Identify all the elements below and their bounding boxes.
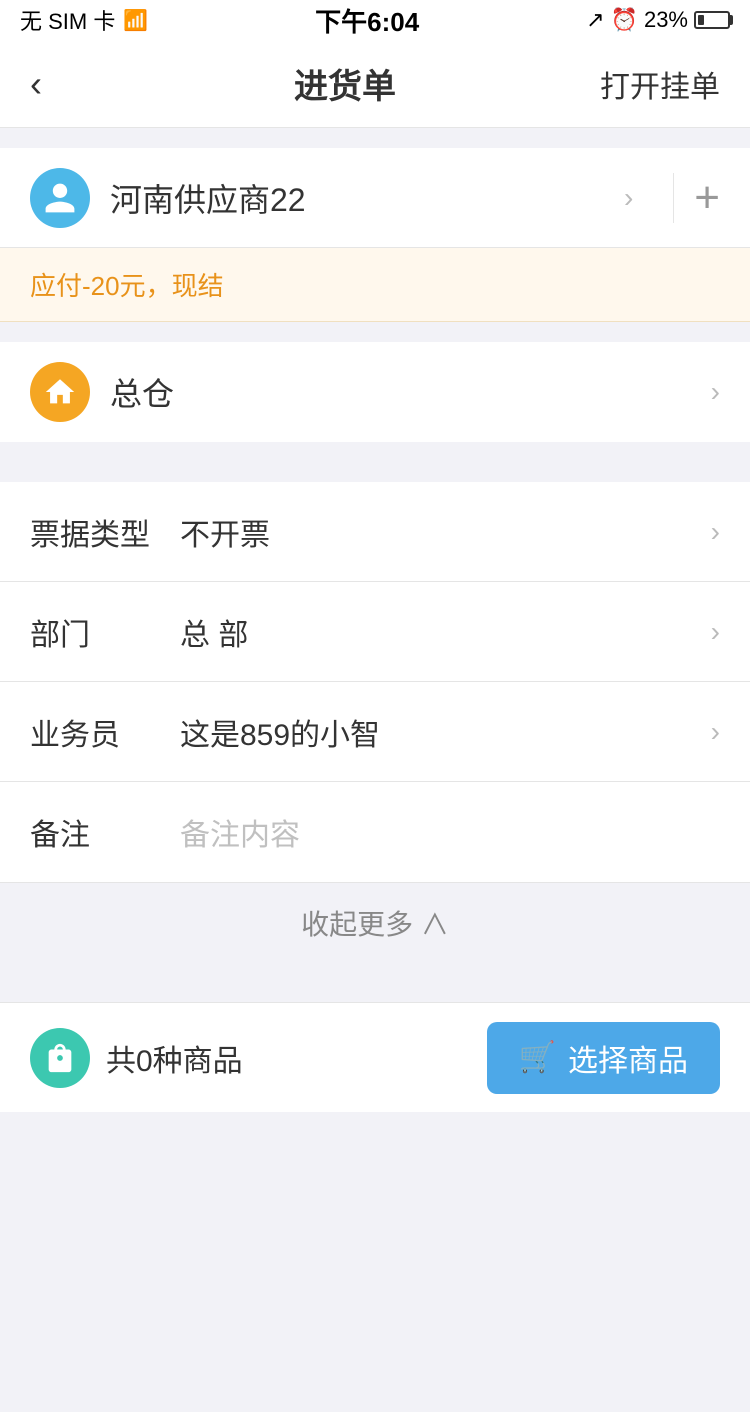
remark-label: 备注	[30, 810, 170, 854]
back-button[interactable]: ‹	[30, 63, 90, 105]
collapse-more-button[interactable]: 收起更多 ∧	[0, 882, 750, 962]
status-carrier: 无 SIM 卡 📶	[20, 4, 148, 36]
select-product-button[interactable]: 🛒 选择商品	[487, 1022, 720, 1094]
supplier-avatar	[30, 168, 90, 228]
section-divider-1	[0, 128, 750, 148]
salesperson-value: 这是859的小智	[170, 710, 711, 754]
salesperson-row[interactable]: 业务员 这是859的小智 ›	[0, 682, 750, 782]
battery-text: 23%	[644, 7, 688, 33]
vertical-divider	[673, 173, 674, 223]
status-bar: 无 SIM 卡 📶 下午6:04 ↗ ⏰ 23%	[0, 0, 750, 40]
carrier-text: 无 SIM 卡	[20, 4, 115, 36]
section-divider-4	[0, 962, 750, 982]
warehouse-icon-circle	[30, 362, 90, 422]
status-right-group: ↗ ⏰ 23%	[586, 7, 730, 33]
supplier-name: 河南供应商22	[110, 175, 624, 221]
form-section: 票据类型 不开票 › 部门 总 部 › 业务员 这是859的小智 › 备注 备注…	[0, 482, 750, 882]
open-hanglist-button[interactable]: 打开挂单	[600, 62, 720, 106]
select-product-icon: 🛒	[519, 1040, 556, 1075]
notice-banner: 应付-20元，现结	[0, 248, 750, 322]
department-label: 部门	[30, 610, 170, 654]
notice-text: 应付-20元，现结	[30, 271, 224, 301]
warehouse-arrow-icon: ›	[711, 376, 720, 408]
section-divider-2	[0, 322, 750, 342]
select-product-label: 选择商品	[568, 1036, 688, 1080]
department-arrow: ›	[711, 616, 720, 648]
section-divider-3	[0, 442, 750, 462]
salesperson-label: 业务员	[30, 710, 170, 754]
supplier-arrow-icon: ›	[624, 182, 633, 214]
bottom-bar: 共0种商品 🛒 选择商品	[0, 1002, 750, 1112]
warehouse-section: 总仓 ›	[0, 342, 750, 442]
invoice-type-label: 票据类型	[30, 510, 170, 554]
invoice-type-value: 不开票	[170, 510, 711, 554]
add-supplier-button[interactable]: +	[694, 176, 720, 220]
invoice-type-row[interactable]: 票据类型 不开票 ›	[0, 482, 750, 582]
supplier-row[interactable]: 河南供应商22 › +	[0, 148, 750, 248]
department-row[interactable]: 部门 总 部 ›	[0, 582, 750, 682]
alarm-icon: ⏰	[611, 7, 638, 33]
remark-value[interactable]: 备注内容	[170, 810, 720, 854]
product-count-area: 共0种商品	[30, 1028, 243, 1088]
invoice-type-arrow: ›	[711, 516, 720, 548]
status-time: 下午6:04	[315, 2, 419, 39]
location-icon: ↗	[586, 7, 604, 33]
product-count-text: 共0种商品	[106, 1036, 243, 1080]
warehouse-row[interactable]: 总仓 ›	[0, 342, 750, 442]
nav-bar: ‹ 进货单 打开挂单	[0, 40, 750, 128]
remark-row[interactable]: 备注 备注内容	[0, 782, 750, 882]
battery-icon	[694, 11, 730, 29]
warehouse-name: 总仓	[110, 369, 711, 415]
home-icon	[43, 375, 77, 409]
page-title: 进货单	[294, 59, 396, 108]
department-value: 总 部	[170, 610, 711, 654]
page-background	[0, 1112, 750, 1412]
shopping-bag-icon	[43, 1041, 77, 1075]
product-bag-icon-circle	[30, 1028, 90, 1088]
supplier-section: 河南供应商22 › + 应付-20元，现结	[0, 148, 750, 322]
wifi-icon: 📶	[123, 8, 148, 33]
person-icon	[42, 180, 78, 216]
collapse-label: 收起更多 ∧	[301, 903, 449, 943]
salesperson-arrow: ›	[711, 716, 720, 748]
